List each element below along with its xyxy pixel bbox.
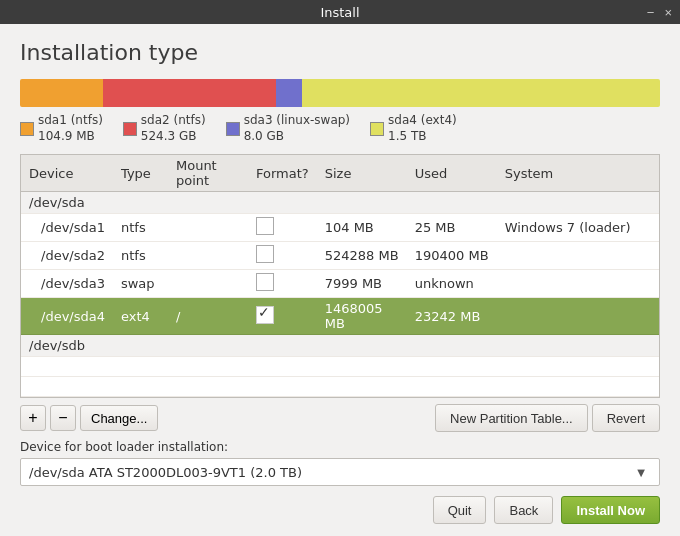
- main-content: Installation type sda1 (ntfs) 104.9 MB s…: [0, 24, 680, 536]
- group-label-sda: /dev/sda: [21, 192, 659, 214]
- col-header-type: Type: [113, 155, 168, 192]
- boot-loader-label: Device for boot loader installation:: [20, 440, 660, 454]
- legend-sda2: sda2 (ntfs) 524.3 GB: [123, 113, 206, 144]
- cell-type: ntfs: [113, 214, 168, 242]
- legend-sda3-size: 8.0 GB: [244, 129, 350, 145]
- legend-sda1-size: 104.9 MB: [38, 129, 103, 145]
- cell-format[interactable]: [248, 242, 317, 270]
- col-header-system: System: [497, 155, 659, 192]
- new-partition-table-button[interactable]: New Partition Table...: [435, 404, 588, 432]
- cell-mount: [168, 242, 248, 270]
- cell-system: [497, 242, 659, 270]
- partition-table-container: Device Type Mount point Format? Size Use…: [20, 154, 660, 398]
- install-now-button[interactable]: Install Now: [561, 496, 660, 524]
- legend-sda4-color: [370, 122, 384, 136]
- format-checkbox[interactable]: [256, 273, 274, 291]
- titlebar-controls: − ×: [645, 5, 674, 20]
- close-button[interactable]: ×: [662, 5, 674, 20]
- cell-format[interactable]: [248, 298, 317, 335]
- titlebar: Install − ×: [0, 0, 680, 24]
- legend-sda1-color: [20, 122, 34, 136]
- legend-sda4-label: sda4 (ext4): [388, 113, 457, 129]
- table-row[interactable]: /dev/sda2 ntfs 524288 MB 190400 MB: [21, 242, 659, 270]
- minimize-button[interactable]: −: [645, 5, 657, 20]
- table-header-row: Device Type Mount point Format? Size Use…: [21, 155, 659, 192]
- window-title: Install: [8, 5, 672, 20]
- cell-device: /dev/sda4: [21, 298, 113, 335]
- table-row[interactable]: /dev/sda3 swap 7999 MB unknown: [21, 270, 659, 298]
- table-row-empty: [21, 357, 659, 377]
- table-row-selected[interactable]: /dev/sda4 ext4 / 1468005 MB 23242 MB: [21, 298, 659, 335]
- legend-sda3-color: [226, 122, 240, 136]
- legend-sda4: sda4 (ext4) 1.5 TB: [370, 113, 457, 144]
- cell-size: 104 MB: [317, 214, 407, 242]
- boot-loader-dropdown-arrow[interactable]: ▼: [631, 467, 651, 478]
- partition-sda1-bar: [20, 79, 103, 107]
- cell-size: 524288 MB: [317, 242, 407, 270]
- col-header-size: Size: [317, 155, 407, 192]
- group-label-sdb: /dev/sdb: [21, 335, 659, 357]
- legend-sda3-label: sda3 (linux-swap): [244, 113, 350, 129]
- partition-sda4-bar: [302, 79, 660, 107]
- col-header-mount: Mount point: [168, 155, 248, 192]
- legend-sda1-label: sda1 (ntfs): [38, 113, 103, 129]
- legend-sda3: sda3 (linux-swap) 8.0 GB: [226, 113, 350, 144]
- cell-used: 23242 MB: [407, 298, 497, 335]
- quit-button[interactable]: Quit: [433, 496, 487, 524]
- change-partition-button[interactable]: Change...: [80, 405, 158, 431]
- partition-sda3-bar: [276, 79, 302, 107]
- legend-sda2-color: [123, 122, 137, 136]
- col-header-device: Device: [21, 155, 113, 192]
- boot-loader-select[interactable]: /dev/sda ATA ST2000DL003-9VT1 (2.0 TB) ▼: [20, 458, 660, 486]
- cell-type: swap: [113, 270, 168, 298]
- cell-mount: [168, 270, 248, 298]
- format-checkbox[interactable]: [256, 245, 274, 263]
- group-header-sdb[interactable]: /dev/sdb: [21, 335, 659, 357]
- partition-toolbar: + − Change... New Partition Table... Rev…: [20, 404, 660, 432]
- cell-mount: /: [168, 298, 248, 335]
- legend-sda4-size: 1.5 TB: [388, 129, 457, 145]
- table-row-empty: [21, 377, 659, 397]
- legend-sda1: sda1 (ntfs) 104.9 MB: [20, 113, 103, 144]
- cell-mount: [168, 214, 248, 242]
- cell-device: /dev/sda3: [21, 270, 113, 298]
- page-title: Installation type: [20, 40, 660, 65]
- col-header-format: Format?: [248, 155, 317, 192]
- cell-used: 190400 MB: [407, 242, 497, 270]
- format-checkbox-checked[interactable]: [256, 306, 274, 324]
- cell-used: unknown: [407, 270, 497, 298]
- remove-partition-button[interactable]: −: [50, 405, 76, 431]
- partition-bar: [20, 79, 660, 107]
- cell-used: 25 MB: [407, 214, 497, 242]
- legend-sda2-size: 524.3 GB: [141, 129, 206, 145]
- legend-sda2-label: sda2 (ntfs): [141, 113, 206, 129]
- back-button[interactable]: Back: [494, 496, 553, 524]
- col-header-used: Used: [407, 155, 497, 192]
- table-row[interactable]: /dev/sda1 ntfs 104 MB 25 MB Windows 7 (l…: [21, 214, 659, 242]
- group-header-sda[interactable]: /dev/sda: [21, 192, 659, 214]
- cell-format[interactable]: [248, 270, 317, 298]
- main-window: Install − × Installation type sda1 (ntfs…: [0, 0, 680, 536]
- partition-legend: sda1 (ntfs) 104.9 MB sda2 (ntfs) 524.3 G…: [20, 113, 660, 144]
- partition-table: Device Type Mount point Format? Size Use…: [21, 155, 659, 397]
- cell-type: ext4: [113, 298, 168, 335]
- format-checkbox[interactable]: [256, 217, 274, 235]
- cell-device: /dev/sda2: [21, 242, 113, 270]
- cell-size: 7999 MB: [317, 270, 407, 298]
- cell-type: ntfs: [113, 242, 168, 270]
- partition-sda2-bar: [103, 79, 276, 107]
- cell-size: 1468005 MB: [317, 298, 407, 335]
- cell-format[interactable]: [248, 214, 317, 242]
- add-partition-button[interactable]: +: [20, 405, 46, 431]
- boot-loader-value: /dev/sda ATA ST2000DL003-9VT1 (2.0 TB): [29, 465, 631, 480]
- cell-system: [497, 298, 659, 335]
- action-row: Quit Back Install Now: [20, 496, 660, 524]
- cell-device: /dev/sda1: [21, 214, 113, 242]
- cell-system: [497, 270, 659, 298]
- revert-button[interactable]: Revert: [592, 404, 660, 432]
- cell-system: Windows 7 (loader): [497, 214, 659, 242]
